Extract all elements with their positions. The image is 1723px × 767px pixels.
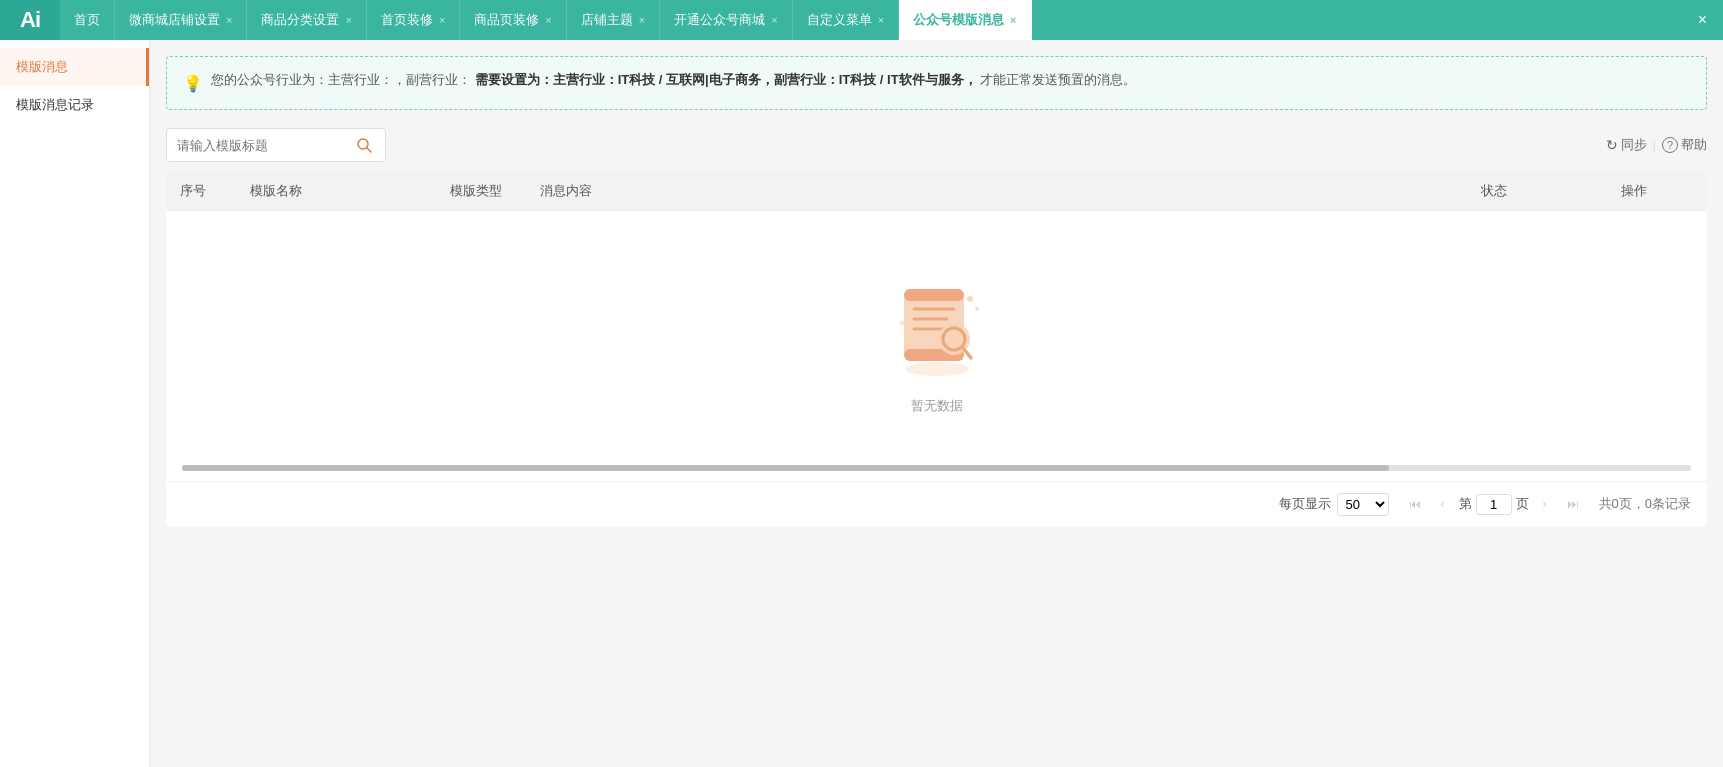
- tab-store-theme[interactable]: 店铺主题 ×: [567, 0, 660, 40]
- tab-custom-menu-label: 自定义菜单: [807, 11, 872, 29]
- page-size-label: 每页显示: [1279, 495, 1331, 513]
- scrollbar-area: [166, 455, 1707, 481]
- tab-custom-menu[interactable]: 自定义菜单 ×: [793, 0, 899, 40]
- help-button[interactable]: ? 帮助: [1662, 136, 1707, 154]
- main-layout: 模版消息 模版消息记录 💡 您的公众号行业为：主营行业：，副营行业： 需要设置为…: [0, 40, 1723, 767]
- prev-page-button[interactable]: ‹: [1431, 492, 1455, 516]
- notice-text: 您的公众号行业为：主营行业：，副营行业： 需要设置为：主营行业：IT科技 / 互…: [211, 69, 1136, 91]
- svg-line-11: [963, 348, 971, 358]
- bulb-icon: 💡: [183, 70, 203, 97]
- tab-store-settings-close[interactable]: ×: [226, 14, 232, 26]
- empty-state: 暂无数据: [166, 211, 1707, 455]
- total-info: 共0页，0条记录: [1599, 495, 1691, 513]
- close-all-button[interactable]: ×: [1682, 11, 1723, 29]
- tab-product-decor-close[interactable]: ×: [545, 14, 551, 26]
- tab-category-settings[interactable]: 商品分类设置 ×: [247, 0, 366, 40]
- sidebar-item-template-msg-label: 模版消息: [16, 59, 68, 74]
- tab-store-settings-label: 微商城店铺设置: [129, 11, 220, 29]
- notice-text-highlight: 需要设置为：主营行业：IT科技 / 互联网|电子商务，副营行业：IT科技 / I…: [475, 72, 977, 87]
- svg-point-2: [905, 362, 969, 376]
- col-name: 模版名称: [236, 172, 436, 211]
- search-box: [166, 128, 386, 162]
- tab-open-mall-label: 开通公众号商城: [674, 11, 765, 29]
- search-input[interactable]: [167, 132, 347, 159]
- data-table: 序号 模版名称 模版类型 消息内容 状态 操作: [166, 172, 1707, 211]
- tab-open-mall-close[interactable]: ×: [771, 14, 777, 26]
- tab-template-msg-close[interactable]: ×: [1010, 14, 1016, 26]
- sidebar: 模版消息 模版消息记录: [0, 40, 150, 767]
- scrollbar-track[interactable]: [182, 465, 1691, 471]
- svg-line-1: [367, 148, 371, 152]
- tab-product-decor-label: 商品页装修: [474, 11, 539, 29]
- app-logo: Ai: [0, 0, 60, 40]
- tab-home[interactable]: 首页: [60, 0, 115, 40]
- last-page-button[interactable]: ⏭: [1561, 492, 1585, 516]
- topbar: Ai 首页 微商城店铺设置 × 商品分类设置 × 首页装修 × 商品页装修 × …: [0, 0, 1723, 40]
- sidebar-item-template-msg-record-label: 模版消息记录: [16, 97, 94, 112]
- sync-label: 同步: [1621, 136, 1647, 154]
- pagination: 每页显示 50 20 100 ⏮ ‹ 第 页 ›: [166, 481, 1707, 526]
- tab-store-theme-close[interactable]: ×: [639, 14, 645, 26]
- first-page-button[interactable]: ⏮: [1403, 492, 1427, 516]
- svg-rect-4: [904, 289, 964, 301]
- page-navigation: ⏮ ‹ 第 页 › ⏭: [1403, 492, 1585, 516]
- tab-custom-menu-close[interactable]: ×: [878, 14, 884, 26]
- tab-open-mall[interactable]: 开通公众号商城 ×: [660, 0, 792, 40]
- table-container: 序号 模版名称 模版类型 消息内容 状态 操作: [166, 172, 1707, 526]
- toolbar-right: ↻ 同步 | ? 帮助: [1606, 136, 1707, 154]
- page-number-input[interactable]: [1476, 494, 1512, 515]
- sidebar-item-template-msg[interactable]: 模版消息: [0, 48, 149, 86]
- sync-icon: ↻: [1606, 137, 1618, 153]
- toolbar: ↻ 同步 | ? 帮助: [166, 128, 1707, 162]
- help-label: 帮助: [1681, 136, 1707, 154]
- help-circle-icon: ?: [1662, 137, 1678, 153]
- page-label-before: 第: [1459, 495, 1472, 513]
- tab-template-msg-label: 公众号模版消息: [913, 11, 1004, 29]
- content-area: 💡 您的公众号行业为：主营行业：，副营行业： 需要设置为：主营行业：IT科技 /…: [150, 40, 1723, 767]
- empty-text: 暂无数据: [911, 397, 963, 415]
- next-page-button[interactable]: ›: [1533, 492, 1557, 516]
- col-action: 操作: [1607, 172, 1707, 211]
- tab-category-settings-close[interactable]: ×: [345, 14, 351, 26]
- tab-template-msg[interactable]: 公众号模版消息 ×: [899, 0, 1031, 40]
- tab-home-decor-label: 首页装修: [381, 11, 433, 29]
- tab-home-label: 首页: [74, 11, 100, 29]
- page-size-dropdown[interactable]: 50 20 100: [1337, 493, 1389, 516]
- col-type: 模版类型: [436, 172, 526, 211]
- page-input-group: 第 页: [1459, 494, 1529, 515]
- notice-text-suffix: 才能正常发送预置的消息。: [980, 72, 1136, 87]
- scrollbar-thumb[interactable]: [182, 465, 1389, 471]
- svg-point-13: [975, 307, 979, 311]
- notice-text-prefix: 您的公众号行业为：主营行业：，副营行业：: [211, 72, 471, 87]
- empty-icon: [882, 271, 992, 381]
- page-label-after: 页: [1516, 495, 1529, 513]
- search-icon: [357, 138, 372, 153]
- col-content: 消息内容: [526, 172, 1467, 211]
- tab-store-theme-label: 店铺主题: [581, 11, 633, 29]
- sidebar-item-template-msg-record[interactable]: 模版消息记录: [0, 86, 149, 124]
- search-button[interactable]: [347, 129, 381, 161]
- svg-point-14: [899, 321, 904, 326]
- tab-product-decor[interactable]: 商品页装修 ×: [460, 0, 566, 40]
- toolbar-divider: |: [1653, 138, 1656, 153]
- notice-box: 💡 您的公众号行业为：主营行业：，副营行业： 需要设置为：主营行业：IT科技 /…: [166, 56, 1707, 110]
- tab-home-decor-close[interactable]: ×: [439, 14, 445, 26]
- col-status: 状态: [1467, 172, 1607, 211]
- tab-home-decor[interactable]: 首页装修 ×: [367, 0, 460, 40]
- tab-store-settings[interactable]: 微商城店铺设置 ×: [115, 0, 247, 40]
- tab-category-settings-label: 商品分类设置: [261, 11, 339, 29]
- sync-button[interactable]: ↻ 同步: [1606, 136, 1647, 154]
- svg-point-12: [967, 296, 973, 302]
- col-index: 序号: [166, 172, 236, 211]
- page-size-select: 每页显示 50 20 100: [1279, 493, 1389, 516]
